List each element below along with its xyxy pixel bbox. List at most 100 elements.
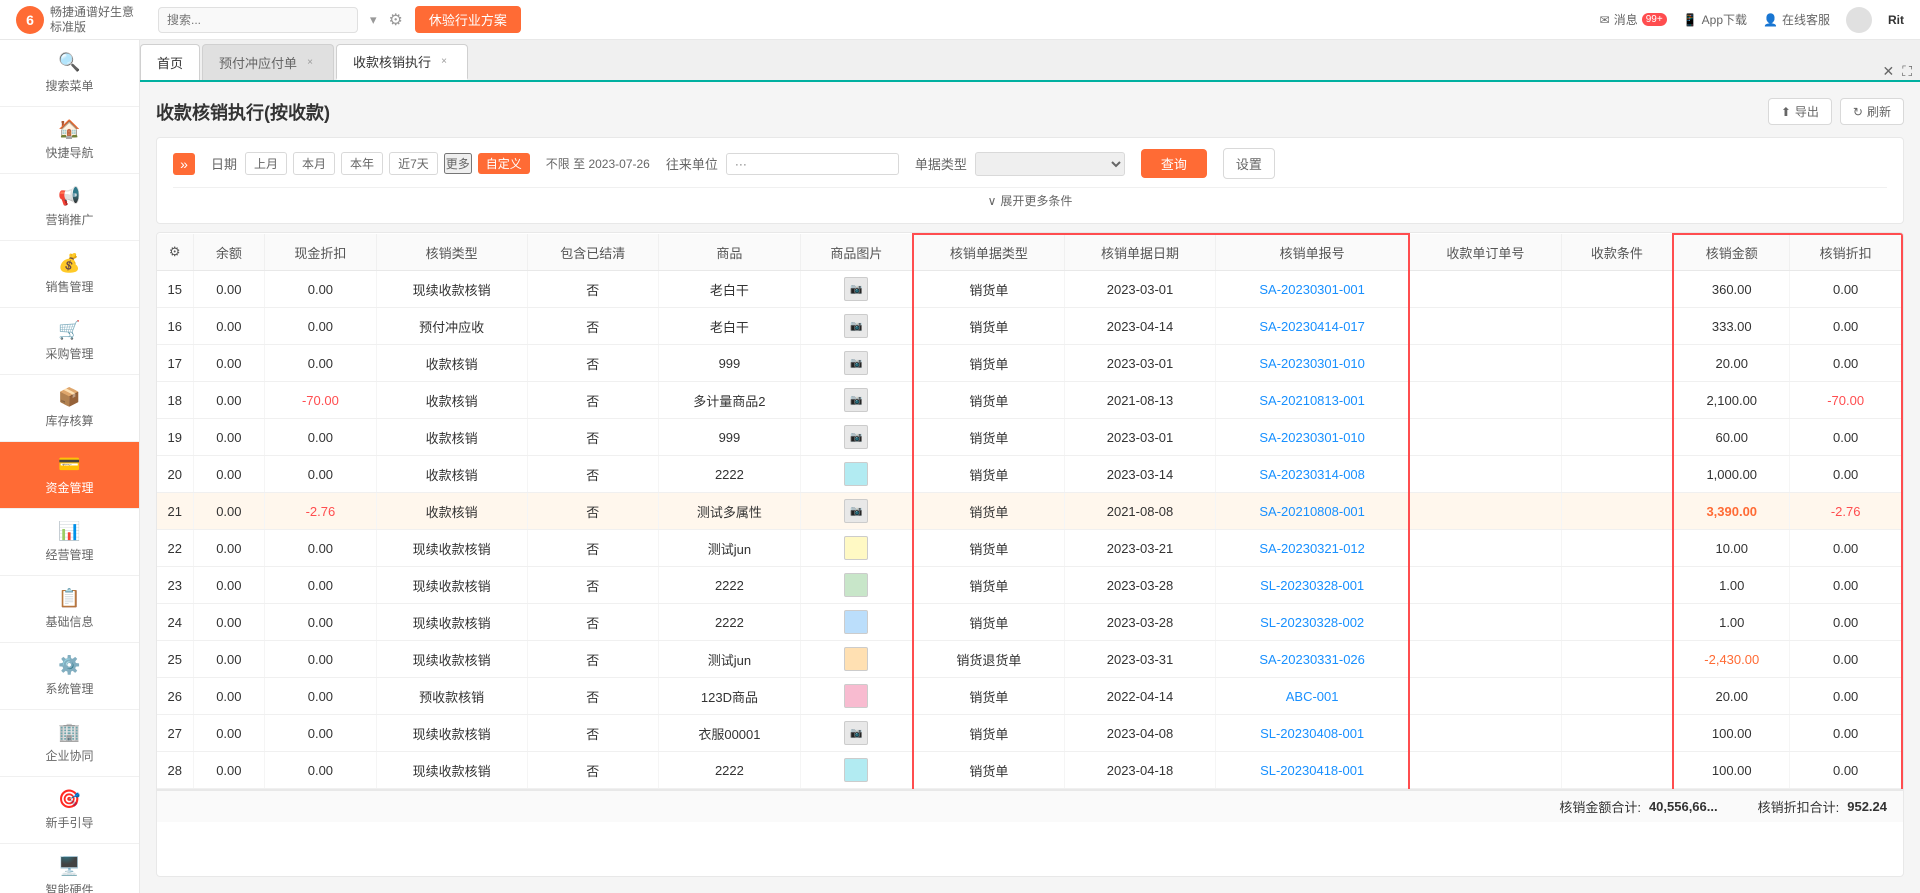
- sidebar-label-operations: 经营管理: [45, 546, 93, 563]
- basic-icon: 📋: [58, 588, 80, 609]
- cell-balance: 0.00: [193, 604, 265, 641]
- cell-product: 123D商品: [658, 678, 800, 715]
- date-custom-button[interactable]: 自定义: [478, 153, 530, 174]
- page-title: 收款核销执行(按收款): [156, 99, 330, 125]
- cell-writeoff-voucher-date: 2023-04-14: [1064, 308, 1215, 345]
- cell-product: 衣服00001: [658, 715, 800, 752]
- logo-text: 畅捷通谱好生意 标准版: [50, 5, 134, 34]
- cell-writeoff-voucher-date: 2023-03-14: [1064, 456, 1215, 493]
- voucher-no-link[interactable]: SA-20230314-008: [1259, 467, 1365, 482]
- online-service-item[interactable]: 👤 在线客服: [1763, 11, 1830, 28]
- purchase-icon: 🛒: [58, 320, 80, 341]
- voucher-no-link[interactable]: ABC-001: [1286, 689, 1339, 704]
- voucher-no-link[interactable]: SA-20230414-017: [1259, 319, 1365, 334]
- table-row: 21 0.00 -2.76 收款核销 否 测试多属性 📷 销货单 2021-08…: [157, 493, 1902, 530]
- date-btn-this-month[interactable]: 本月: [293, 152, 335, 175]
- sidebar-item-purchase[interactable]: 🛒 采购管理: [0, 308, 139, 375]
- close-window-icon[interactable]: ✕: [1882, 63, 1894, 80]
- cell-balance: 0.00: [193, 715, 265, 752]
- cell-cash-discount: 0.00: [265, 419, 376, 456]
- query-button[interactable]: 查询: [1141, 149, 1207, 178]
- refresh-button[interactable]: ↻ 刷新: [1840, 98, 1904, 125]
- th-gear[interactable]: ⚙: [157, 234, 193, 271]
- sidebar-item-inventory[interactable]: 📦 库存核算: [0, 375, 139, 442]
- date-btn-7days[interactable]: 近7天: [389, 152, 438, 175]
- cell-product: 测试多属性: [658, 493, 800, 530]
- cell-include-settled: 否: [527, 604, 658, 641]
- tab-prepay[interactable]: 预付冲应付单 ×: [202, 44, 334, 80]
- voucher-no-link[interactable]: SA-20210813-001: [1259, 393, 1365, 408]
- voucher-no-link[interactable]: SA-20230301-010: [1259, 356, 1365, 371]
- expand-more-conditions[interactable]: ∨ 展开更多条件: [173, 187, 1887, 213]
- cell-product-image: 📷: [801, 382, 913, 419]
- tab-collection-close[interactable]: ×: [437, 55, 451, 69]
- sidebar-item-operations[interactable]: 📊 经营管理: [0, 509, 139, 576]
- voucher-no-link[interactable]: SL-20230328-001: [1260, 578, 1364, 593]
- cell-collection-order-no: [1409, 456, 1561, 493]
- cell-writeoff-amount: 360.00: [1673, 271, 1790, 308]
- sidebar-item-basic[interactable]: 📋 基础信息: [0, 576, 139, 643]
- sidebar-item-hardware[interactable]: 🖥️ 智能硬件: [0, 844, 139, 893]
- page-header: 收款核销执行(按收款) ⬆ 导出 ↻ 刷新: [156, 98, 1904, 125]
- date-btn-this-year[interactable]: 本年: [341, 152, 383, 175]
- cell-product: 2222: [658, 567, 800, 604]
- top-search-input[interactable]: [158, 7, 358, 33]
- inventory-icon: 📦: [58, 387, 80, 408]
- industry-solution-button[interactable]: 休验行业方案: [415, 6, 521, 33]
- table-row: 23 0.00 0.00 现续收款核销 否 2222 销货单 2023-03-2…: [157, 567, 1902, 604]
- voucher-no-link[interactable]: SA-20230321-012: [1259, 541, 1365, 556]
- tab-collection[interactable]: 收款核销执行 ×: [336, 44, 468, 80]
- voucher-no-link[interactable]: SA-20230301-010: [1259, 430, 1365, 445]
- dropdown-icon[interactable]: ▾: [370, 12, 377, 28]
- cell-collection-order-no: [1409, 567, 1561, 604]
- cell-write-off-type: 现续收款核销: [376, 752, 527, 789]
- voucher-no-link[interactable]: SL-20230408-001: [1260, 726, 1364, 741]
- tab-prepay-close[interactable]: ×: [303, 56, 317, 70]
- settings-icon[interactable]: ⚙: [389, 10, 403, 30]
- cell-writeoff-discount: 0.00: [1790, 604, 1902, 641]
- table-row: 15 0.00 0.00 现续收款核销 否 老白干 📷 销货单 2023-03-…: [157, 271, 1902, 308]
- sidebar-item-system[interactable]: ⚙️ 系统管理: [0, 643, 139, 710]
- expand-window-icon[interactable]: ⛶: [1902, 63, 1912, 80]
- hardware-icon: 🖥️: [58, 856, 80, 877]
- sidebar-item-finance[interactable]: 💳 资金管理: [0, 442, 139, 509]
- guide-icon: 🎯: [58, 789, 80, 810]
- sidebar-item-sales[interactable]: 💰 销售管理: [0, 241, 139, 308]
- settings-button[interactable]: 设置: [1223, 148, 1275, 179]
- voucher-no-link[interactable]: SL-20230418-001: [1260, 763, 1364, 778]
- tab-collection-label: 收款核销执行: [353, 52, 431, 71]
- cell-writeoff-amount: 3,390.00: [1673, 493, 1790, 530]
- cell-collection-terms: [1561, 419, 1673, 456]
- sidebar-item-guide[interactable]: 🎯 新手引导: [0, 777, 139, 844]
- voucher-no-link[interactable]: SL-20230328-002: [1260, 615, 1364, 630]
- cell-product: 999: [658, 345, 800, 382]
- cell-product-image: [801, 604, 913, 641]
- voucher-no-link[interactable]: SA-20210808-001: [1259, 504, 1365, 519]
- operations-icon: 📊: [58, 521, 80, 542]
- sidebar-item-nav[interactable]: 🏠 快捷导航: [0, 107, 139, 174]
- cell-writeoff-amount: -2,430.00: [1673, 641, 1790, 678]
- th-write-off-type: 核销类型: [376, 234, 527, 271]
- cell-id: 20: [157, 456, 193, 493]
- voucher-type-select[interactable]: [975, 152, 1125, 176]
- cell-writeoff-discount: 0.00: [1790, 567, 1902, 604]
- voucher-no-link[interactable]: SA-20230301-001: [1259, 282, 1365, 297]
- counterparty-input[interactable]: [726, 153, 899, 175]
- cell-writeoff-voucher-date: 2023-04-08: [1064, 715, 1215, 752]
- collapse-filter-button[interactable]: »: [173, 153, 195, 175]
- user-avatar[interactable]: [1846, 7, 1872, 33]
- voucher-no-link[interactable]: SA-20230331-026: [1259, 652, 1365, 667]
- sidebar-item-marketing[interactable]: 📢 营销推广: [0, 174, 139, 241]
- date-more-button[interactable]: 更多: [444, 153, 472, 174]
- notification-item[interactable]: ✉ 消息 99+: [1600, 11, 1667, 28]
- tab-home[interactable]: 首页: [140, 44, 200, 80]
- sidebar-item-search[interactable]: 🔍 搜索菜单: [0, 40, 139, 107]
- export-button[interactable]: ⬆ 导出: [1768, 98, 1832, 125]
- date-btn-last-month[interactable]: 上月: [245, 152, 287, 175]
- cell-balance: 0.00: [193, 678, 265, 715]
- cell-write-off-type: 收款核销: [376, 382, 527, 419]
- app-download-item[interactable]: 📱 App下载: [1683, 11, 1747, 28]
- table-row: 18 0.00 -70.00 收款核销 否 多计量商品2 📷 销货单 2021-…: [157, 382, 1902, 419]
- sidebar-item-enterprise[interactable]: 🏢 企业协同: [0, 710, 139, 777]
- cell-balance: 0.00: [193, 308, 265, 345]
